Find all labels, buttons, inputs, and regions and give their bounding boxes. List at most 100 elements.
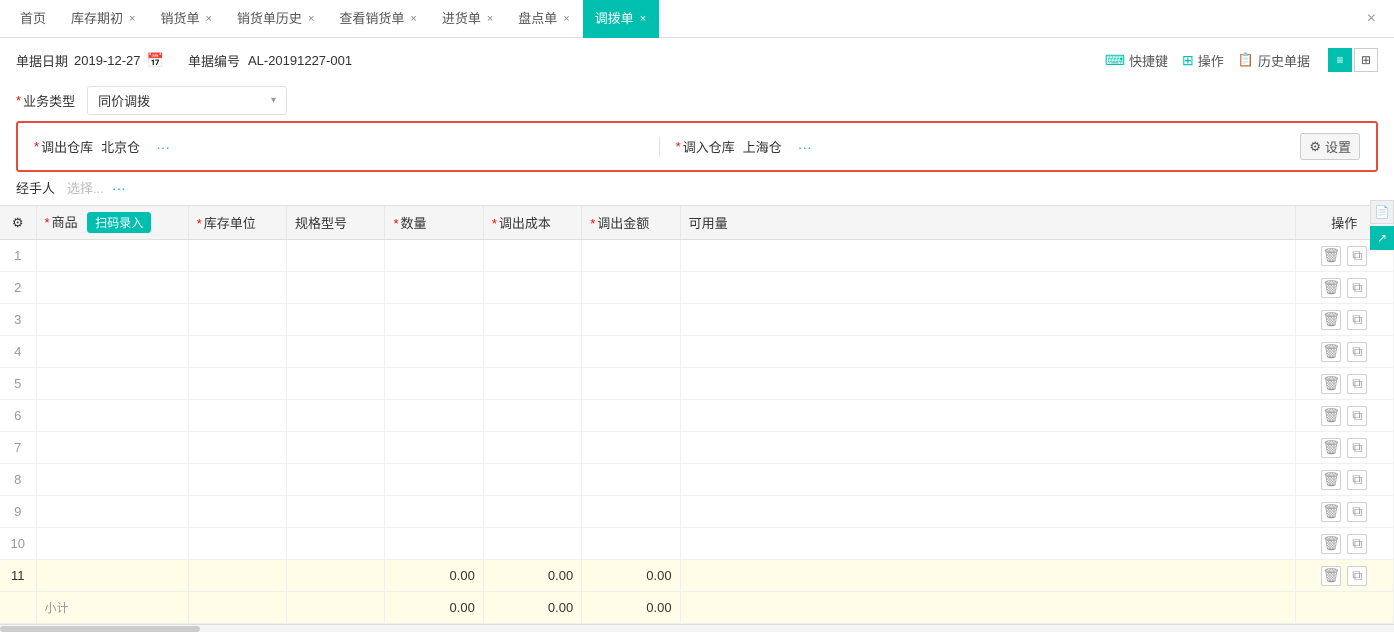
cell-qty[interactable]: [385, 240, 483, 272]
cell-cost[interactable]: [483, 464, 581, 496]
cell-product[interactable]: [36, 464, 188, 496]
copy-icon[interactable]: ⧉: [1347, 278, 1367, 298]
copy-icon[interactable]: ⧉: [1347, 406, 1367, 426]
scrollbar-thumb[interactable]: [0, 626, 200, 632]
copy-icon[interactable]: ⧉: [1347, 502, 1367, 522]
delete-icon[interactable]: 🗑: [1321, 278, 1341, 298]
cell-qty[interactable]: [385, 272, 483, 304]
cell-available[interactable]: [680, 336, 1295, 368]
cell-unit[interactable]: [188, 432, 286, 464]
tab-view-sales[interactable]: 查看销货单 ×: [327, 0, 429, 38]
cell-qty[interactable]: [385, 400, 483, 432]
view-list-btn[interactable]: ≡: [1328, 48, 1352, 72]
cell-product[interactable]: [36, 400, 188, 432]
cell-unit[interactable]: [188, 496, 286, 528]
cell-available[interactable]: [680, 496, 1295, 528]
cell-qty[interactable]: [385, 304, 483, 336]
cell-amount[interactable]: [582, 528, 680, 560]
cell-amount[interactable]: [582, 336, 680, 368]
cell-unit[interactable]: [188, 336, 286, 368]
delete-icon[interactable]: 🗑: [1321, 406, 1341, 426]
cell-cost[interactable]: [483, 304, 581, 336]
cell-available[interactable]: [680, 304, 1295, 336]
copy-icon[interactable]: ⧉: [1347, 566, 1367, 586]
cell-available[interactable]: [680, 432, 1295, 464]
delete-icon[interactable]: 🗑: [1321, 534, 1341, 554]
handler-placeholder[interactable]: 选择...: [67, 178, 104, 197]
copy-icon[interactable]: ⧉: [1347, 310, 1367, 330]
cell-amount[interactable]: [582, 432, 680, 464]
copy-icon[interactable]: ⧉: [1347, 246, 1367, 266]
cell-available[interactable]: [680, 528, 1295, 560]
delete-icon[interactable]: 🗑: [1321, 246, 1341, 266]
tab-close-inventory-init[interactable]: ×: [129, 0, 135, 38]
cell-amount[interactable]: [582, 272, 680, 304]
cell-qty[interactable]: [385, 528, 483, 560]
cell-spec[interactable]: [287, 336, 385, 368]
cell-unit[interactable]: [188, 272, 286, 304]
copy-icon[interactable]: ⧉: [1347, 438, 1367, 458]
cell-spec[interactable]: [287, 368, 385, 400]
delete-icon[interactable]: 🗑: [1321, 310, 1341, 330]
cell-qty[interactable]: [385, 368, 483, 400]
tab-close-transfer[interactable]: ×: [640, 0, 646, 38]
cell-product[interactable]: [36, 528, 188, 560]
in-warehouse-more-icon[interactable]: ···: [798, 139, 812, 155]
cell-product[interactable]: [36, 336, 188, 368]
view-grid-btn[interactable]: ⊞: [1354, 48, 1378, 72]
cell-amount[interactable]: [582, 400, 680, 432]
history-btn[interactable]: 📋 历史单据: [1238, 51, 1310, 70]
cell-unit[interactable]: [188, 528, 286, 560]
cell-cost[interactable]: [483, 496, 581, 528]
cell-spec[interactable]: [287, 240, 385, 272]
tab-sales-order[interactable]: 销货单 ×: [148, 0, 224, 38]
th-settings[interactable]: ⚙: [0, 206, 36, 240]
cell-amount[interactable]: [582, 240, 680, 272]
delete-icon[interactable]: 🗑: [1321, 502, 1341, 522]
cell-available[interactable]: [680, 272, 1295, 304]
handler-more-icon[interactable]: ···: [112, 180, 126, 196]
sidebar-expand-btn[interactable]: ↗: [1370, 226, 1394, 250]
cell-qty[interactable]: [385, 496, 483, 528]
shortcut-btn[interactable]: ⌨ 快捷键: [1105, 51, 1168, 70]
cell-amount[interactable]: [582, 304, 680, 336]
tab-stocktake[interactable]: 盘点单 ×: [506, 0, 582, 38]
cell-unit[interactable]: [188, 368, 286, 400]
cell-product[interactable]: [36, 272, 188, 304]
cell-unit[interactable]: [188, 240, 286, 272]
tab-close-stocktake[interactable]: ×: [563, 0, 569, 38]
cell-spec[interactable]: [287, 464, 385, 496]
delete-icon[interactable]: 🗑: [1321, 470, 1341, 490]
copy-icon[interactable]: ⧉: [1347, 470, 1367, 490]
copy-icon[interactable]: ⧉: [1347, 342, 1367, 362]
delete-icon[interactable]: 🗑: [1321, 566, 1341, 586]
cell-unit[interactable]: [188, 464, 286, 496]
cell-amount[interactable]: [582, 368, 680, 400]
cell-unit[interactable]: [188, 304, 286, 336]
cell-cost[interactable]: [483, 528, 581, 560]
cell-product[interactable]: [36, 304, 188, 336]
cell-cost[interactable]: [483, 368, 581, 400]
sidebar-doc-btn[interactable]: 📄: [1370, 200, 1394, 224]
copy-icon[interactable]: ⧉: [1347, 374, 1367, 394]
tab-close-view-sales[interactable]: ×: [410, 0, 416, 38]
tab-sales-history[interactable]: 销货单历史 ×: [225, 0, 327, 38]
cell-amount[interactable]: [582, 464, 680, 496]
cell-available[interactable]: [680, 368, 1295, 400]
tab-home[interactable]: 首页: [8, 0, 59, 38]
cell-product[interactable]: [36, 432, 188, 464]
warehouse-settings-btn[interactable]: ⚙ 设置: [1300, 133, 1360, 160]
cell-cost[interactable]: [483, 336, 581, 368]
cell-spec[interactable]: [287, 432, 385, 464]
tab-transfer[interactable]: 调拨单 ×: [583, 0, 659, 38]
out-warehouse-more-icon[interactable]: ···: [156, 139, 170, 155]
business-type-select[interactable]: 同价调拨 ▾: [87, 86, 287, 115]
calendar-icon[interactable]: 📅: [147, 52, 164, 69]
tab-inventory-init[interactable]: 库存期初 ×: [59, 0, 148, 38]
cell-qty[interactable]: [385, 464, 483, 496]
cell-product[interactable]: [36, 496, 188, 528]
tab-close-sales-history[interactable]: ×: [308, 0, 314, 38]
tab-close-purchase[interactable]: ×: [487, 0, 493, 38]
tab-close-sales-order[interactable]: ×: [205, 0, 211, 38]
scan-btn[interactable]: 扫码录入: [87, 212, 151, 233]
